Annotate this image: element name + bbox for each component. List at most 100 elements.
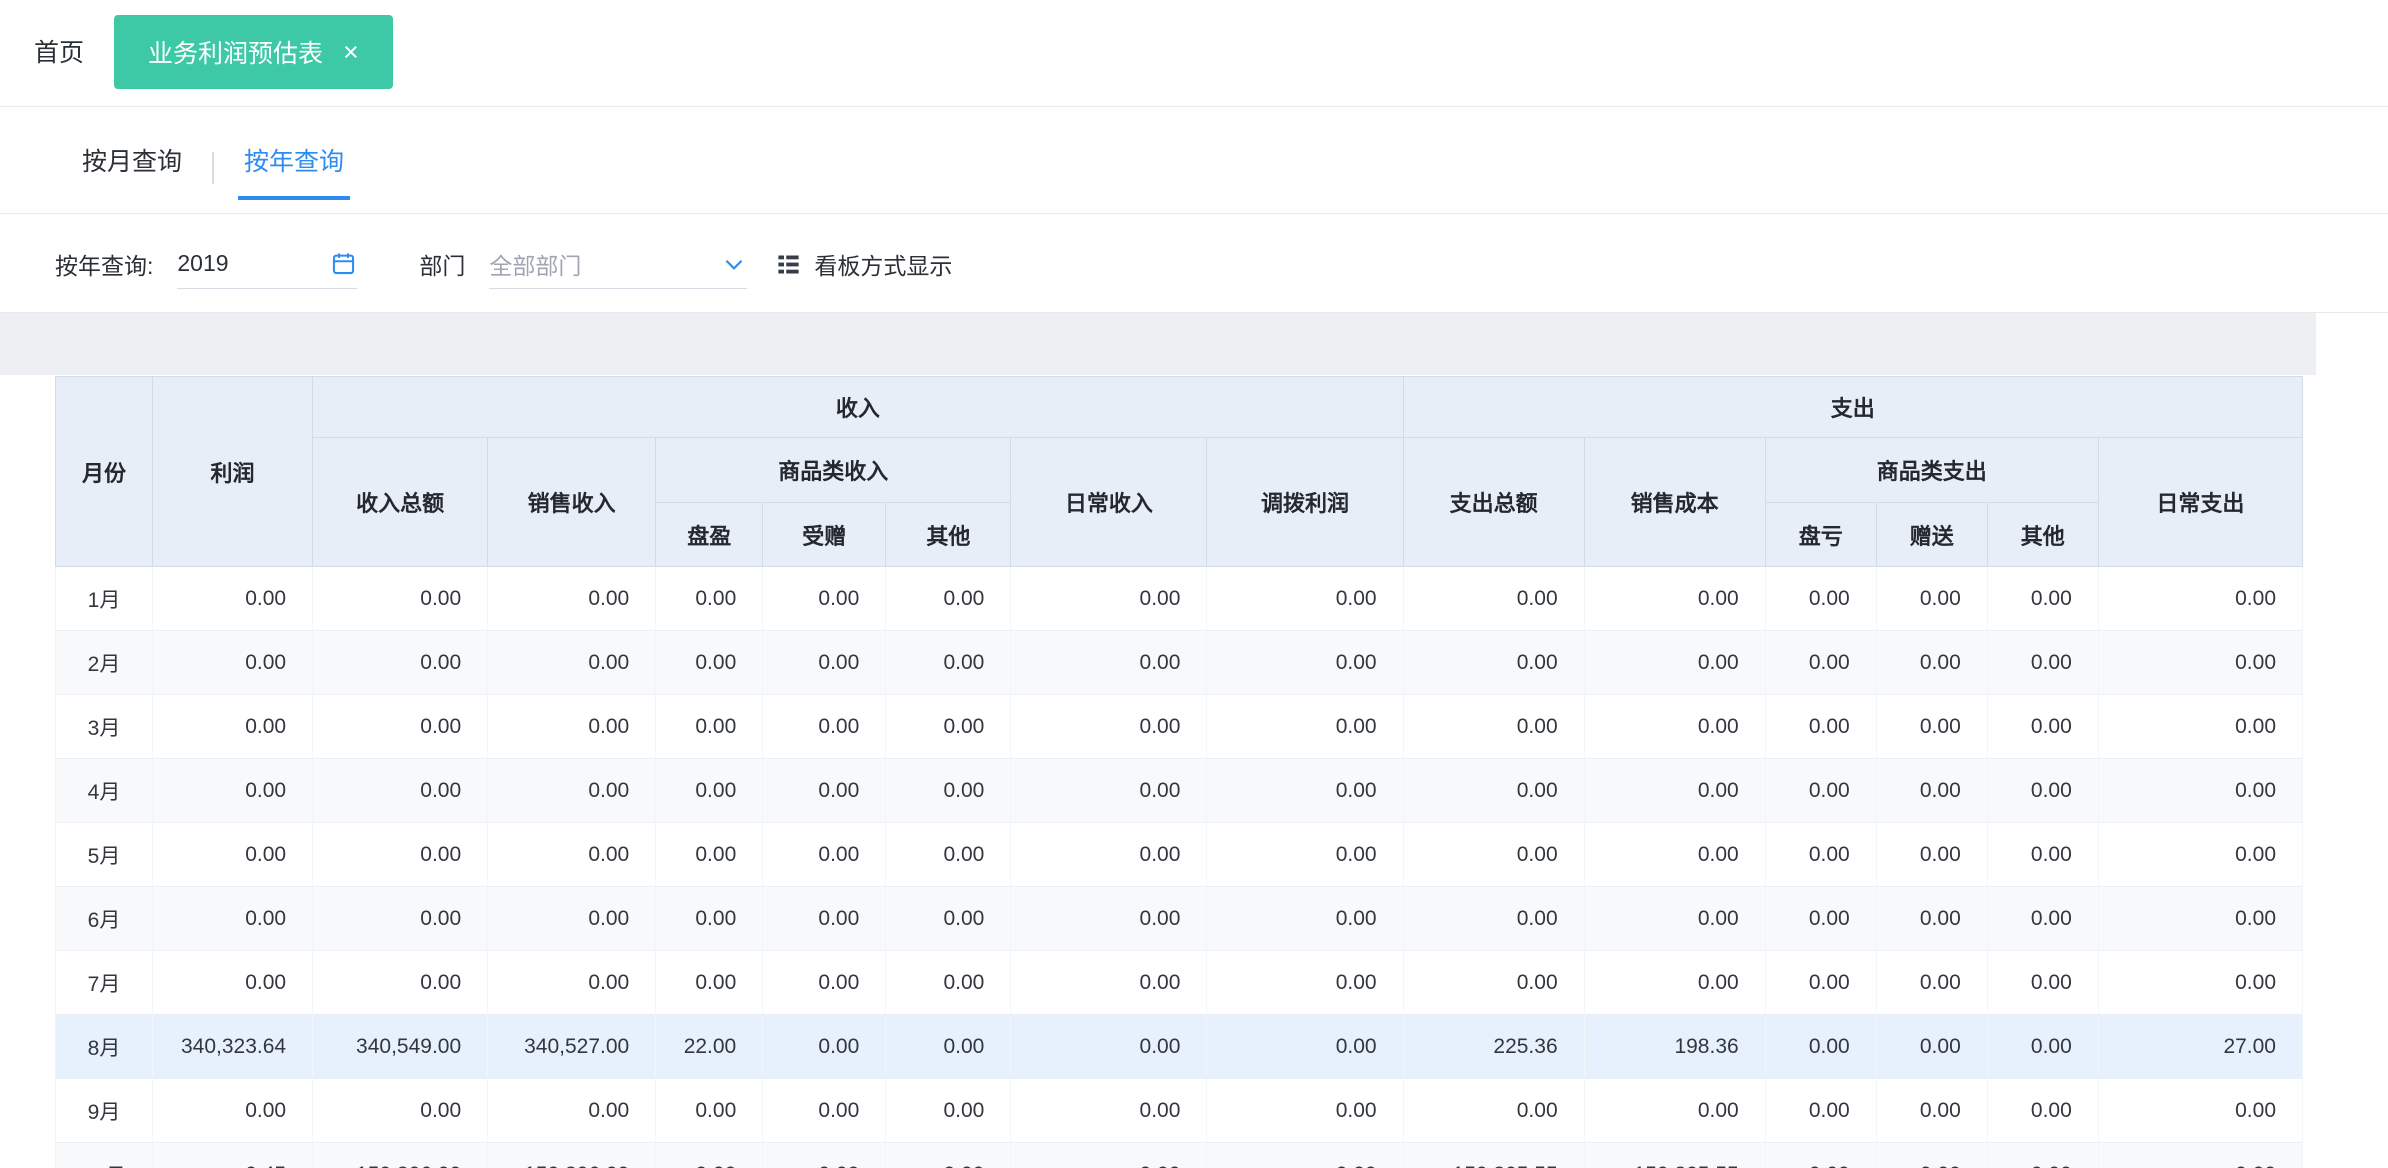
value-cell: 0.00 xyxy=(487,566,657,631)
table-row[interactable]: 10月0.45150,806.00150,806.000.000.000.000… xyxy=(54,1142,2304,1168)
value-cell: 0.00 xyxy=(762,1142,887,1168)
month-cell: 4月 xyxy=(54,758,154,823)
table-row[interactable]: 1月 0.00 0.00 0.00 0.00 0.00 0.00 0.00 0.00 0.00 0.… xyxy=(54,566,2304,631)
close-icon[interactable]: × xyxy=(343,38,359,66)
board-display-toggle[interactable]: 看板方式显示 xyxy=(775,247,952,281)
table-row[interactable]: 2月 0.00 0.00 0.00 0.00 0.00 0.00 0.00 0.00 0.00 0.… xyxy=(54,630,2304,695)
table-row[interactable]: 5月 0.00 0.00 0.00 0.00 0.00 0.00 0.00 0.00 0.00 0.… xyxy=(54,822,2304,887)
value-cell: 0.00 xyxy=(1402,822,1585,887)
value-cell: 0.00 xyxy=(2097,630,2304,695)
month-cell: 1月 xyxy=(54,566,154,631)
value-cell: 0.00 xyxy=(1010,950,1208,1015)
value-cell: 0.00 xyxy=(1764,950,1877,1015)
value-cell: 0.00 xyxy=(1206,630,1404,695)
value-cell: 0.00 xyxy=(1206,694,1404,759)
value-cell: 0.00 xyxy=(762,822,887,887)
value-cell: 0.00 xyxy=(762,630,887,695)
department-select[interactable]: 全部部门 xyxy=(489,239,748,289)
value-cell: 0.00 xyxy=(655,758,764,823)
value-cell: 0.00 xyxy=(885,822,1012,887)
month-cell: 10月 xyxy=(54,1142,154,1168)
value-cell: 0.00 xyxy=(152,694,314,759)
value-cell: 0.00 xyxy=(1206,886,1404,951)
value-cell: 0.00 xyxy=(655,822,764,887)
table-row[interactable]: 8月 340,323.64 340,549.00 340,527.00 22.00 0.0… xyxy=(54,1014,2304,1079)
value-cell: 0.00 xyxy=(487,886,657,951)
board-toggle-label: 看板方式显示 xyxy=(814,253,953,279)
value-cell: 0.00 xyxy=(1583,566,1766,631)
value-cell: 0.00 xyxy=(885,886,1012,951)
value-cell: 0.00 xyxy=(762,1078,887,1143)
subtab-month-query[interactable]: 按月查询 xyxy=(76,134,188,200)
value-cell: 0.00 xyxy=(885,1078,1012,1143)
tab-home[interactable]: 首页 xyxy=(34,0,84,106)
value-cell: 0.00 xyxy=(1764,1078,1877,1143)
subtab-year-query[interactable]: 按年查询 xyxy=(238,134,351,200)
table-row[interactable]: 9月 0.00 0.00 0.00 0.00 0.00 0.00 0.00 0.00 0.00 0.… xyxy=(54,1078,2304,1143)
month-cell: 8月 xyxy=(54,1014,154,1079)
value-cell: 0.00 xyxy=(1986,566,2099,631)
value-cell: 0.00 xyxy=(655,694,764,759)
value-cell: 0.00 xyxy=(655,950,764,1015)
header-expense-group: 支出 xyxy=(1402,376,2304,438)
value-cell: 150,806.00 xyxy=(312,1142,489,1168)
value-cell: 0.00 xyxy=(1583,630,1766,695)
subtab-bar: 按月查询 按年查询 xyxy=(76,134,351,200)
value-cell: 0.00 xyxy=(2097,950,2304,1015)
background-band xyxy=(0,313,2316,375)
chevron-down-icon[interactable] xyxy=(721,251,747,277)
value-cell: 225.36 xyxy=(1402,1014,1585,1079)
value-cell: 0.00 xyxy=(1583,886,1766,951)
value-cell: 0.00 xyxy=(655,886,764,951)
header-loss: 盘亏 xyxy=(1764,502,1877,567)
header-other-income: 其他 xyxy=(885,502,1012,567)
value-cell: 0.00 xyxy=(1010,1142,1208,1168)
value-cell: 0.00 xyxy=(312,886,489,951)
value-cell: 0.00 xyxy=(1010,566,1208,631)
value-cell: 0.00 xyxy=(1875,694,1988,759)
value-cell: 0.45 xyxy=(152,1142,314,1168)
tab-active[interactable]: 业务利润预估表 × xyxy=(114,15,393,89)
table-body: 1月 0.00 0.00 0.00 0.00 0.00 0.00 0.00 0.00 0.00 0.… xyxy=(54,566,2304,1168)
month-cell: 3月 xyxy=(54,694,154,759)
value-cell: 0.00 xyxy=(152,758,314,823)
value-cell: 0.00 xyxy=(1206,950,1404,1015)
value-cell: 340,527.00 xyxy=(487,1014,657,1079)
table-card: 月份 利润 收入 支出 收入总额 销售收入 商品类收入 日常收入 调拨利润 支出… xyxy=(54,376,2307,1168)
value-cell: 0.00 xyxy=(152,822,314,887)
header-daily-expense: 日常支出 xyxy=(2097,437,2304,567)
value-cell: 0.00 xyxy=(1764,758,1877,823)
value-cell: 150,805.55 xyxy=(1402,1142,1585,1168)
month-cell: 7月 xyxy=(54,950,154,1015)
value-cell: 150,806.00 xyxy=(487,1142,657,1168)
value-cell: 0.00 xyxy=(312,1078,489,1143)
value-cell: 0.00 xyxy=(487,1078,657,1143)
header-expense-total: 支出总额 xyxy=(1402,437,1585,567)
calendar-icon[interactable] xyxy=(330,250,357,277)
header-goods-income-group: 商品类收入 xyxy=(655,437,1012,503)
value-cell: 0.00 xyxy=(1402,630,1585,695)
table-row[interactable]: 4月 0.00 0.00 0.00 0.00 0.00 0.00 0.00 0.00 0.00 0.… xyxy=(54,758,2304,823)
value-cell: 0.00 xyxy=(1875,1142,1988,1168)
value-cell: 0.00 xyxy=(312,950,489,1015)
value-cell: 0.00 xyxy=(1875,1078,1988,1143)
value-cell: 0.00 xyxy=(762,1014,887,1079)
header-gift: 赠送 xyxy=(1875,502,1988,567)
year-input[interactable]: 2019 xyxy=(177,239,358,289)
department-label: 部门 xyxy=(419,253,466,279)
header-income-total: 收入总额 xyxy=(312,437,489,567)
table-row[interactable]: 3月 0.00 0.00 0.00 0.00 0.00 0.00 0.00 0.00 0.00 0.… xyxy=(54,694,2304,759)
value-cell: 0.00 xyxy=(1875,566,1988,631)
table-row[interactable]: 6月 0.00 0.00 0.00 0.00 0.00 0.00 0.00 0.00 0.00 0.… xyxy=(54,886,2304,951)
value-cell: 0.00 xyxy=(1986,758,2099,823)
value-cell: 0.00 xyxy=(1875,758,1988,823)
value-cell: 0.00 xyxy=(655,566,764,631)
value-cell: 0.00 xyxy=(762,886,887,951)
value-cell: 340,549.00 xyxy=(312,1014,489,1079)
year-value: 2019 xyxy=(177,250,229,276)
table-header: 月份 利润 收入 支出 收入总额 销售收入 商品类收入 日常收入 调拨利润 支出… xyxy=(54,376,2304,567)
value-cell: 0.00 xyxy=(487,694,657,759)
value-cell: 0.00 xyxy=(1402,886,1585,951)
table-row[interactable]: 7月 0.00 0.00 0.00 0.00 0.00 0.00 0.00 0.00 0.00 0.… xyxy=(54,950,2304,1015)
value-cell: 0.00 xyxy=(885,950,1012,1015)
